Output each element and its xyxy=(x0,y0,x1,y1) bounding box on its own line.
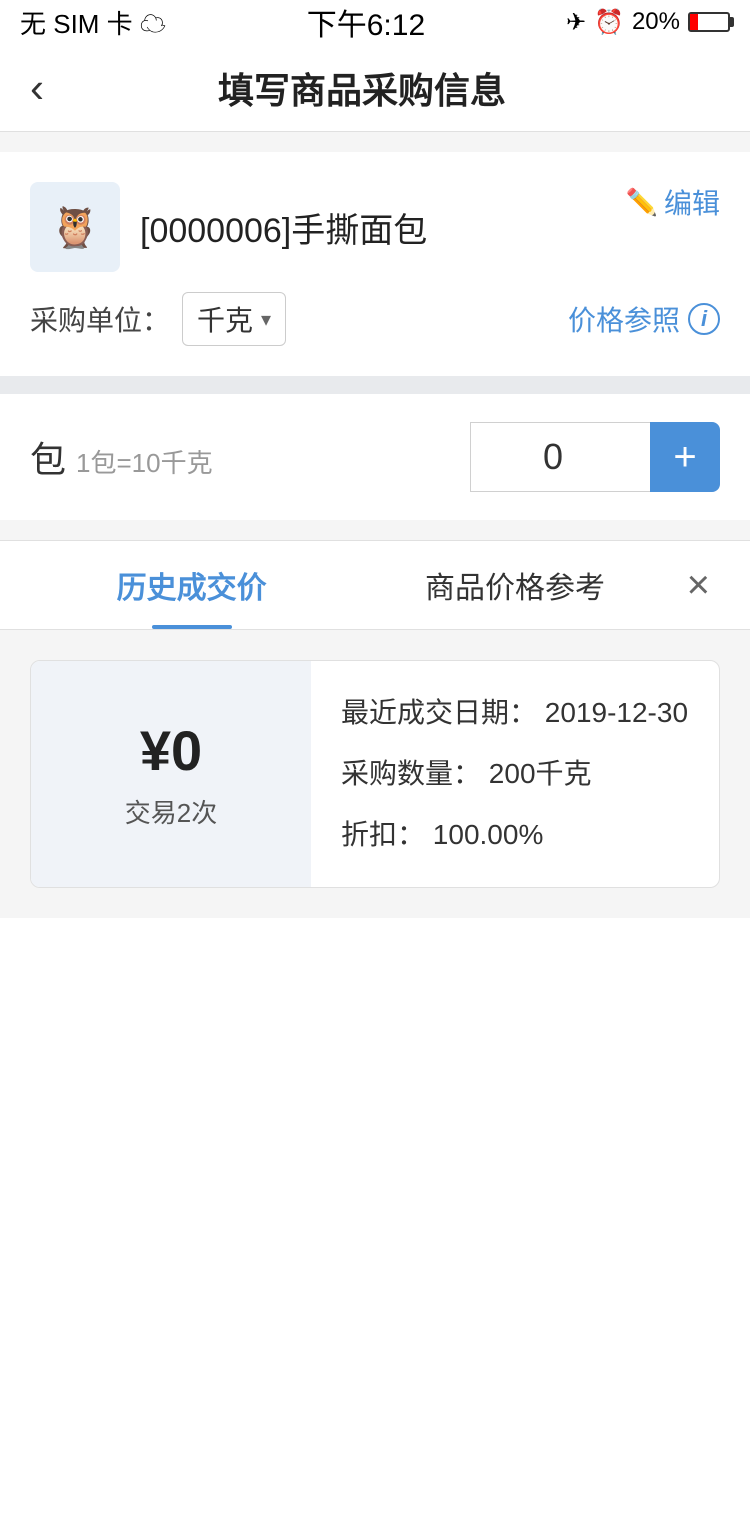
status-time: 下午6:12 xyxy=(307,0,425,44)
back-button[interactable]: ‹ xyxy=(30,64,64,112)
tab-price-reference[interactable]: 商品价格参考 xyxy=(353,541,676,629)
tab-active-indicator xyxy=(152,625,232,629)
location-icon: ✈ xyxy=(566,8,586,37)
nav-bar: ‹ 填写商品采购信息 xyxy=(0,44,750,132)
purchase-qty-value: 200千克 xyxy=(489,758,592,789)
purchase-qty-row: 采购数量： 200千克 xyxy=(341,752,689,797)
unit-label-group: 包 1包=10千克 xyxy=(30,431,213,483)
discount-value: 100.00% xyxy=(433,819,544,850)
quantity-plus-button[interactable]: + xyxy=(650,422,720,492)
history-left-panel: ¥0 交易2次 xyxy=(31,661,311,887)
product-left: 🦉 [0000006]手撕面包 xyxy=(30,182,427,272)
discount-row: 折扣： 100.00% xyxy=(341,813,689,858)
status-bar: 无 SIM 卡 ☁ 下午6:12 ✈ ⏰ 20% xyxy=(0,0,750,44)
status-left: 无 SIM 卡 ☁ xyxy=(20,4,166,41)
page-title: 填写商品采购信息 xyxy=(64,62,660,114)
history-price: ¥0 xyxy=(140,718,202,783)
recent-date-row: 最近成交日期： 2019-12-30 xyxy=(341,691,689,736)
unit-select[interactable]: 千克 ▾ xyxy=(182,292,286,346)
price-ref-button[interactable]: 价格参照 i xyxy=(568,299,720,339)
chevron-down-icon: ▾ xyxy=(261,307,271,332)
price-ref-label: 价格参照 xyxy=(568,299,680,339)
quantity-controls: + xyxy=(470,422,720,492)
status-right: ✈ ⏰ 20% xyxy=(566,8,730,37)
tab-history-price[interactable]: 历史成交价 xyxy=(30,541,353,629)
unit-sub: 1包=10千克 xyxy=(76,443,213,480)
unit-row: 采购单位： 千克 ▾ xyxy=(30,292,286,346)
purchase-qty-label: 采购数量： xyxy=(341,758,481,789)
battery-icon xyxy=(688,12,730,32)
history-section: ¥0 交易2次 最近成交日期： 2019-12-30 采购数量： 200千克 折… xyxy=(0,630,750,918)
section-divider xyxy=(0,376,750,394)
product-bottom-row: 采购单位： 千克 ▾ 价格参照 i xyxy=(30,292,720,346)
edit-icon: ✏️ xyxy=(626,187,658,218)
recent-date-value: 2019-12-30 xyxy=(545,697,688,728)
unit-label-text: 采购单位： xyxy=(30,299,170,339)
quantity-input[interactable] xyxy=(470,422,650,492)
tab-bar: 历史成交价 商品价格参考 × xyxy=(0,540,750,630)
quantity-row: 包 1包=10千克 + xyxy=(0,394,750,520)
info-circle-icon: i xyxy=(688,303,720,335)
edit-label: 编辑 xyxy=(664,182,720,222)
product-logo: 🦉 xyxy=(30,182,120,272)
history-right-panel: 最近成交日期： 2019-12-30 采购数量： 200千克 折扣： 100.0… xyxy=(311,661,719,887)
discount-label: 折扣： xyxy=(341,819,425,850)
edit-button[interactable]: ✏️ 编辑 xyxy=(626,182,720,222)
product-card: 🦉 [0000006]手撕面包 ✏️ 编辑 采购单位： 千克 ▾ 价格参照 i xyxy=(0,152,750,376)
tab-close-button[interactable]: × xyxy=(677,563,720,608)
history-trades: 交易2次 xyxy=(125,793,217,830)
logo-icon: 🦉 xyxy=(50,204,100,251)
tab-price-ref-label: 商品价格参考 xyxy=(425,563,605,607)
history-card: ¥0 交易2次 最近成交日期： 2019-12-30 采购数量： 200千克 折… xyxy=(30,660,720,888)
unit-value: 千克 xyxy=(197,299,253,339)
product-name: [0000006]手撕面包 xyxy=(140,203,427,252)
recent-date-label: 最近成交日期： xyxy=(341,697,537,728)
unit-main: 包 xyxy=(30,431,66,483)
battery-percent: 20% xyxy=(632,8,680,36)
tab-history-label: 历史成交价 xyxy=(117,563,267,607)
alarm-icon: ⏰ xyxy=(594,8,624,37)
page-bottom xyxy=(0,918,750,1518)
product-top-row: 🦉 [0000006]手撕面包 ✏️ 编辑 xyxy=(30,182,720,272)
